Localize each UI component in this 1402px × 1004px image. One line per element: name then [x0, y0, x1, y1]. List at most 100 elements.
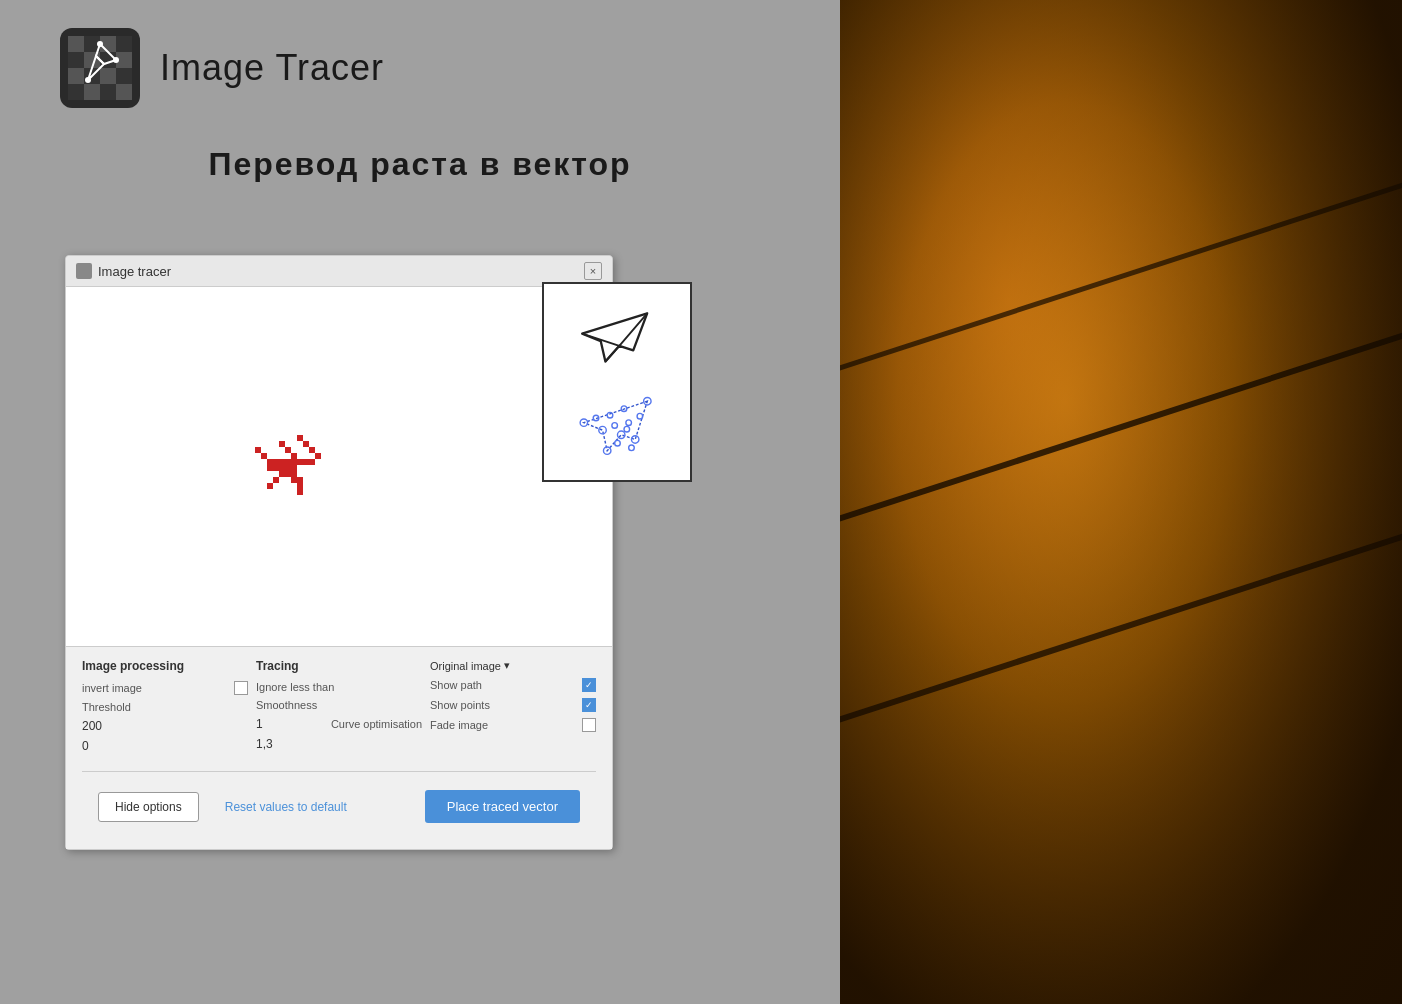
svg-rect-44 — [291, 477, 297, 483]
svg-rect-30 — [273, 459, 279, 465]
dialog-body: Image processing invert image Threshold … — [66, 287, 612, 849]
curve-optimisation-label: Curve optimisation — [331, 718, 422, 730]
show-points-checkbox[interactable] — [582, 698, 596, 712]
curve-value-row: 1,3 — [256, 737, 422, 751]
left-panel: Image Tracer Перевод раста в вектор Imag… — [0, 0, 840, 1004]
svg-rect-1 — [68, 36, 84, 52]
svg-rect-15 — [100, 84, 116, 100]
col-image-processing: Image processing invert image Threshold … — [82, 659, 248, 759]
threshold-min: 0 — [82, 739, 89, 753]
svg-rect-5 — [68, 52, 84, 68]
show-points-row: Show points — [430, 698, 596, 712]
options-divider — [82, 771, 596, 772]
dialog-close-button[interactable]: × — [584, 262, 602, 280]
svg-rect-13 — [68, 84, 84, 100]
svg-point-60 — [612, 422, 618, 428]
svg-rect-49 — [273, 477, 279, 483]
page-subtitle: Перевод раста в вектор — [0, 146, 840, 183]
image-processing-header: Image processing — [82, 659, 248, 673]
svg-rect-42 — [285, 471, 291, 477]
smoothness-row: Smoothness — [256, 699, 422, 711]
svg-rect-32 — [261, 453, 267, 459]
svg-rect-31 — [267, 459, 273, 465]
svg-rect-40 — [285, 465, 291, 471]
svg-rect-14 — [84, 84, 100, 100]
fade-image-label: Fade image — [430, 719, 488, 731]
svg-point-65 — [637, 413, 643, 419]
invert-image-label: invert image — [82, 682, 142, 694]
svg-point-18 — [113, 57, 119, 63]
app-icon-svg — [68, 36, 132, 100]
svg-point-63 — [615, 440, 621, 446]
place-traced-button[interactable]: Place traced vector — [425, 790, 580, 823]
dialog-titlebar: Image tracer × — [66, 256, 612, 287]
chevron-down-icon: ▾ — [504, 659, 510, 672]
show-path-label: Show path — [430, 679, 482, 691]
svg-rect-24 — [309, 459, 315, 465]
original-image-dropdown-row[interactable]: Original image ▾ — [430, 659, 596, 672]
outline-plane-svg — [572, 304, 662, 369]
svg-rect-20 — [297, 435, 303, 441]
svg-point-56 — [631, 435, 638, 442]
svg-rect-38 — [273, 465, 279, 471]
threshold-min-row: 0 — [82, 739, 248, 753]
svg-rect-29 — [279, 459, 285, 465]
svg-point-61 — [624, 426, 630, 432]
svg-rect-16 — [116, 84, 132, 100]
svg-rect-34 — [291, 453, 297, 459]
svg-rect-43 — [291, 471, 297, 477]
svg-rect-41 — [291, 465, 297, 471]
right-panel — [840, 0, 1402, 1004]
svg-rect-48 — [279, 471, 285, 477]
svg-point-59 — [626, 420, 632, 426]
dialog-app-icon — [76, 263, 92, 279]
svg-rect-36 — [279, 441, 285, 447]
preview-overlay — [542, 282, 692, 482]
ignore-less-label: Ignore less than — [256, 681, 334, 693]
svg-rect-27 — [291, 459, 297, 465]
canvas-area — [66, 287, 612, 647]
show-points-label: Show points — [430, 699, 490, 711]
svg-rect-50 — [267, 483, 273, 489]
dialog-title-text: Image tracer — [98, 264, 171, 279]
app-header: Image Tracer — [0, 0, 840, 136]
invert-image-checkbox[interactable] — [234, 681, 248, 695]
dialog-title-left: Image tracer — [76, 263, 171, 279]
threshold-row: Threshold — [82, 701, 248, 713]
dialog-window: Image tracer × — [65, 255, 613, 850]
svg-rect-21 — [303, 441, 309, 447]
original-image-dropdown[interactable]: Original image ▾ — [430, 659, 510, 672]
preview-vector-plane — [554, 390, 680, 460]
reset-values-button[interactable]: Reset values to default — [209, 793, 363, 821]
smoothness-value: 1 — [256, 717, 263, 731]
invert-image-row: invert image — [82, 681, 248, 695]
svg-point-62 — [629, 445, 635, 451]
hide-options-button[interactable]: Hide options — [98, 792, 199, 822]
action-buttons: Hide options Reset values to default Pla… — [82, 780, 596, 837]
svg-rect-11 — [100, 68, 116, 84]
options-columns: Image processing invert image Threshold … — [82, 659, 596, 759]
fade-image-checkbox[interactable] — [582, 718, 596, 732]
svg-rect-22 — [309, 447, 315, 453]
svg-rect-28 — [285, 459, 291, 465]
svg-point-55 — [617, 431, 624, 438]
svg-rect-9 — [68, 68, 84, 84]
tracing-header: Tracing — [256, 659, 422, 673]
svg-rect-37 — [267, 465, 273, 471]
show-path-checkbox[interactable] — [582, 678, 596, 692]
svg-rect-35 — [285, 447, 291, 453]
col-display: Original image ▾ Show path Show points — [430, 659, 596, 759]
svg-rect-23 — [315, 453, 321, 459]
svg-rect-25 — [303, 459, 309, 465]
svg-rect-33 — [255, 447, 261, 453]
svg-rect-46 — [297, 483, 303, 489]
app-icon — [60, 28, 140, 108]
threshold-value-row: 200 — [82, 719, 248, 733]
threshold-value: 200 — [82, 719, 102, 733]
smoothness-value-row: 1 Curve optimisation — [256, 717, 422, 731]
svg-rect-26 — [297, 459, 303, 465]
app-title: Image Tracer — [160, 47, 384, 89]
right-glow — [840, 0, 1402, 1004]
svg-rect-47 — [297, 489, 303, 495]
svg-rect-12 — [116, 68, 132, 84]
